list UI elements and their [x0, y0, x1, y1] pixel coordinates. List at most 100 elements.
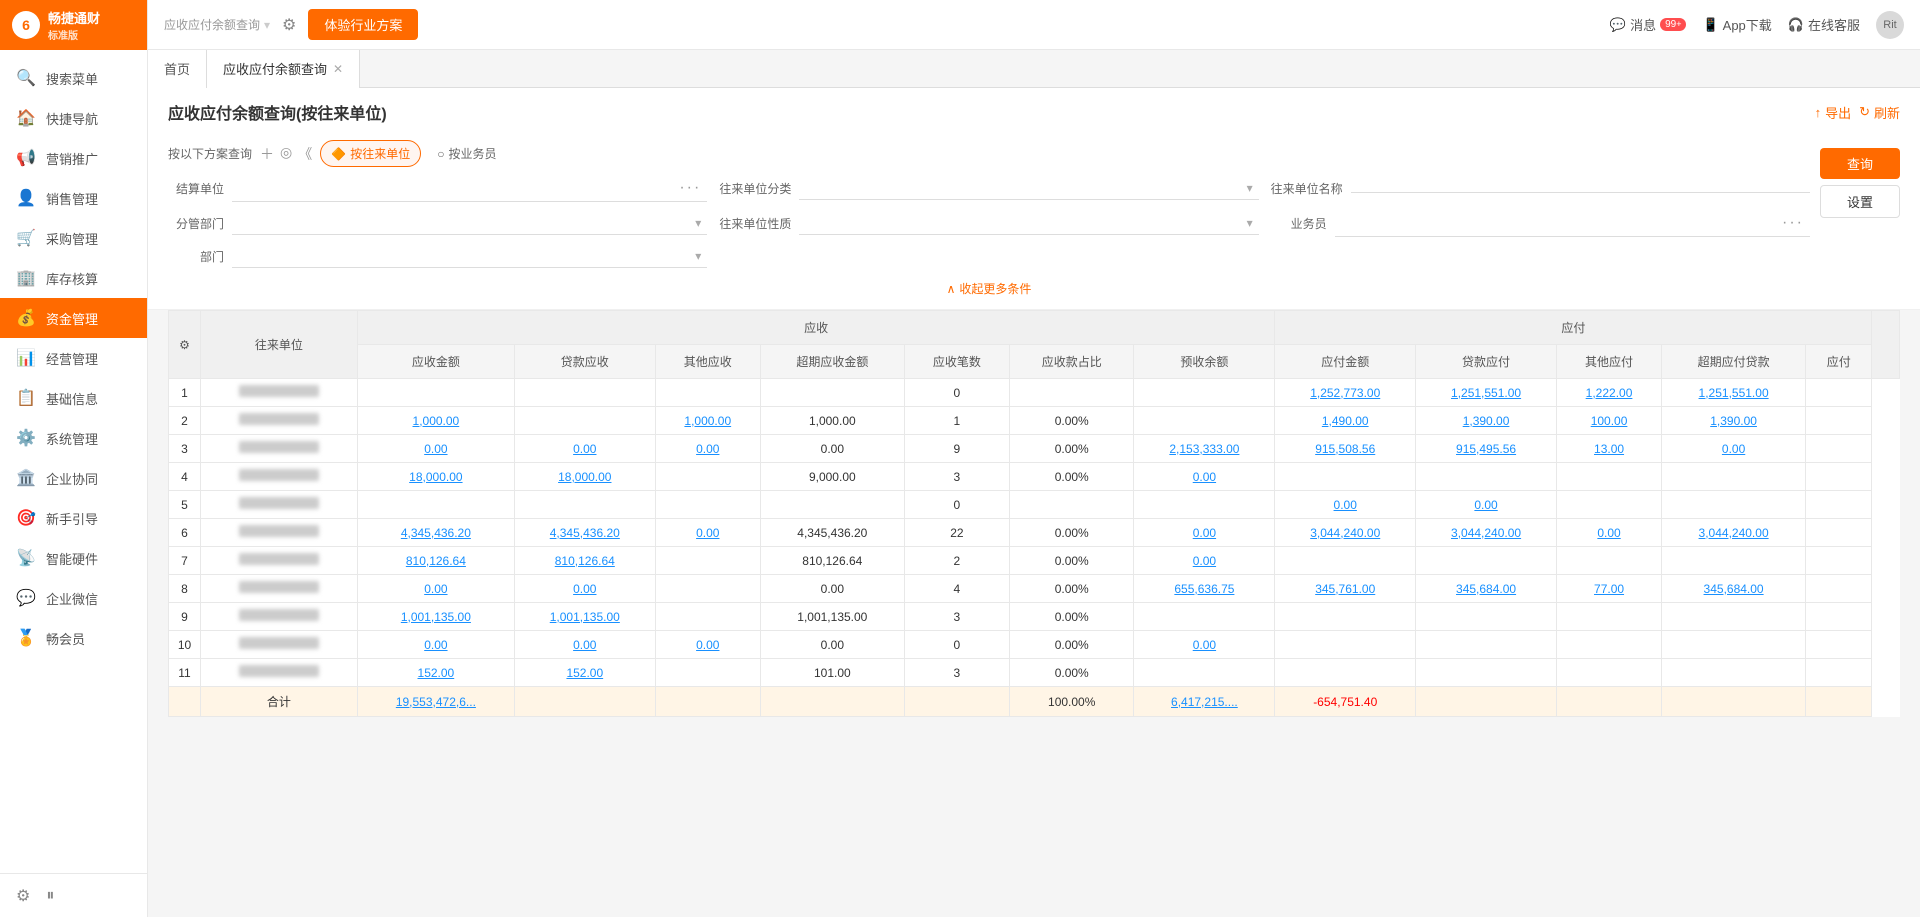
sales-icon: 👤	[16, 188, 36, 208]
cell-link[interactable]: 1,251,551.00	[1451, 386, 1521, 400]
unit-category-input[interactable]: ▾	[799, 177, 1258, 200]
settings-button[interactable]: 设置	[1820, 185, 1900, 218]
sidebar-item-member[interactable]: 🏅畅会员	[0, 618, 147, 658]
cell-link[interactable]: 1,000.00	[413, 414, 460, 428]
cell-link[interactable]: 345,761.00	[1315, 582, 1375, 596]
promo-button[interactable]: 体验行业方案	[308, 9, 418, 40]
query-button[interactable]: 查询	[1820, 148, 1900, 179]
cell-link[interactable]: 0.00	[573, 638, 596, 652]
cell-link[interactable]: 1,000.00	[684, 414, 731, 428]
cell-link[interactable]: 1,390.00	[1463, 414, 1510, 428]
add-filter-icon[interactable]: ＋	[260, 144, 274, 164]
cell-ap-col	[1806, 407, 1872, 435]
cell-link[interactable]: 0.00	[1722, 442, 1745, 456]
sidebar-item-sales[interactable]: 👤销售管理	[0, 178, 147, 218]
cell-link[interactable]: 152.00	[566, 666, 603, 680]
cell-link[interactable]: 0.00	[424, 582, 447, 596]
cell-link[interactable]: 0.00	[1193, 638, 1216, 652]
online-service-button[interactable]: 🎧 在线客服	[1788, 15, 1860, 34]
cell-link[interactable]: 0.00	[1193, 554, 1216, 568]
cell-link[interactable]: 77.00	[1594, 582, 1624, 596]
sidebar-item-purchase[interactable]: 🛒采购管理	[0, 218, 147, 258]
cell-link[interactable]: 4,345,436.20	[550, 526, 620, 540]
sidebar-item-basic[interactable]: 📋基础信息	[0, 378, 147, 418]
cell-link[interactable]: 2,153,333.00	[1169, 442, 1239, 456]
cell-link[interactable]: 0.00	[696, 638, 719, 652]
sidebar-item-search[interactable]: 🔍搜索菜单	[0, 58, 147, 98]
tab-receivable[interactable]: 应收应付余额查询 ✕	[207, 50, 360, 88]
filter-by-staff-option[interactable]: ○ 按业务员	[429, 141, 504, 166]
cell-link[interactable]: 152.00	[418, 666, 455, 680]
cell-link[interactable]: 3,044,240.00	[1310, 526, 1380, 540]
cell-link[interactable]: 0.00	[1334, 498, 1357, 512]
cell-link[interactable]: 810,126.64	[406, 554, 466, 568]
collapse-more-button[interactable]: ∧ 收起更多条件	[168, 276, 1810, 301]
tab-close-icon[interactable]: ✕	[333, 62, 343, 76]
cell-link[interactable]: 0.00	[696, 442, 719, 456]
sidebar-item-inventory[interactable]: 🏢库存核算	[0, 258, 147, 298]
settings-bottom-icon[interactable]: ⚙	[16, 886, 30, 906]
table-row: 8 0.00 0.00 0.00 4 0.00% 655,636.75 345,…	[169, 575, 1900, 603]
cell-link[interactable]: 0.00	[424, 442, 447, 456]
sidebar-item-operation[interactable]: 📊经营管理	[0, 338, 147, 378]
salesperson-input[interactable]: ···	[1335, 210, 1810, 237]
cell-link[interactable]: 0.00	[1474, 498, 1497, 512]
cell-link[interactable]: 0.00	[424, 638, 447, 652]
cell-link[interactable]: 1,001,135.00	[401, 610, 471, 624]
cell-link[interactable]: 1,251,551.00	[1699, 386, 1769, 400]
refresh-button[interactable]: ↻ 刷新	[1859, 103, 1900, 122]
cell-link[interactable]: 0.00	[1193, 470, 1216, 484]
cell-link[interactable]: 13.00	[1594, 442, 1624, 456]
filter-by-unit-tag[interactable]: 🔶 按往来单位	[320, 140, 421, 167]
sidebar-item-hardware[interactable]: 📡智能硬件	[0, 538, 147, 578]
sidebar-label-basic: 基础信息	[46, 389, 98, 408]
export-button[interactable]: ↑ 导出	[1815, 103, 1852, 122]
sidebar-item-guide[interactable]: 🎯新手引导	[0, 498, 147, 538]
cell-link[interactable]: 0.00	[1193, 526, 1216, 540]
tab-home[interactable]: 首页	[148, 50, 207, 88]
cell-link[interactable]: 18,000.00	[558, 470, 611, 484]
cell-link[interactable]: 0.00	[1597, 526, 1620, 540]
cell-link[interactable]: 18,000.00	[409, 470, 462, 484]
cell-link[interactable]: 0.00	[573, 442, 596, 456]
cell-link[interactable]: 1,252,773.00	[1310, 386, 1380, 400]
sidebar-item-marketing[interactable]: 📢营销推广	[0, 138, 147, 178]
collapse-filter-icon[interactable]: 《	[298, 144, 312, 164]
cell-link[interactable]: 345,684.00	[1456, 582, 1516, 596]
sidebar-item-system[interactable]: ⚙️系统管理	[0, 418, 147, 458]
sidebar-item-quicknav[interactable]: 🏠快捷导航	[0, 98, 147, 138]
cell-link[interactable]: 0.00	[696, 526, 719, 540]
settlement-unit-input[interactable]: ···	[232, 175, 707, 202]
cell-link[interactable]: 810,126.64	[555, 554, 615, 568]
dept-input[interactable]: ▾	[232, 245, 707, 268]
settings-filter-icon[interactable]: ◎	[280, 144, 292, 164]
cell-link[interactable]: 3,044,240.00	[1699, 526, 1769, 540]
cell-link[interactable]: 655,636.75	[1174, 582, 1234, 596]
messages-button[interactable]: 💬 消息 99+	[1610, 15, 1687, 34]
cell-link[interactable]: 100.00	[1591, 414, 1628, 428]
cell-overdue-ar: 0.00	[760, 575, 904, 603]
cell-link[interactable]: 0.00	[573, 582, 596, 596]
sidebar-item-corp[interactable]: 🏛️企业协同	[0, 458, 147, 498]
unit-name-input[interactable]	[1351, 184, 1810, 193]
cell-link[interactable]: 1,390.00	[1710, 414, 1757, 428]
user-avatar-area[interactable]: Rit	[1876, 11, 1904, 39]
cell-link[interactable]: 915,508.56	[1315, 442, 1375, 456]
sidebar-item-wechat[interactable]: 💬企业微信	[0, 578, 147, 618]
header-gear-icon[interactable]: ⚙	[282, 15, 296, 35]
cell-link[interactable]: 3,044,240.00	[1451, 526, 1521, 540]
cell-link[interactable]: 1,490.00	[1322, 414, 1369, 428]
collapse-icon[interactable]: ⏸	[46, 887, 54, 905]
cell-other-ap: 13.00	[1556, 435, 1661, 463]
cell-link[interactable]: 1,001,135.00	[550, 610, 620, 624]
unit-nature-input[interactable]: ▾	[799, 212, 1258, 235]
cell-link[interactable]: 915,495.56	[1456, 442, 1516, 456]
app-download-button[interactable]: 📱 App下载	[1702, 15, 1771, 34]
total-prepaid[interactable]: 6,417,215....	[1134, 687, 1275, 717]
dept-manager-input[interactable]: ▾	[232, 212, 707, 235]
sidebar-item-finance[interactable]: 💰资金管理	[0, 298, 147, 338]
cell-link[interactable]: 4,345,436.20	[401, 526, 471, 540]
cell-link[interactable]: 345,684.00	[1704, 582, 1764, 596]
total-ar-amount[interactable]: 19,553,472,6...	[357, 687, 514, 717]
cell-link[interactable]: 1,222.00	[1586, 386, 1633, 400]
